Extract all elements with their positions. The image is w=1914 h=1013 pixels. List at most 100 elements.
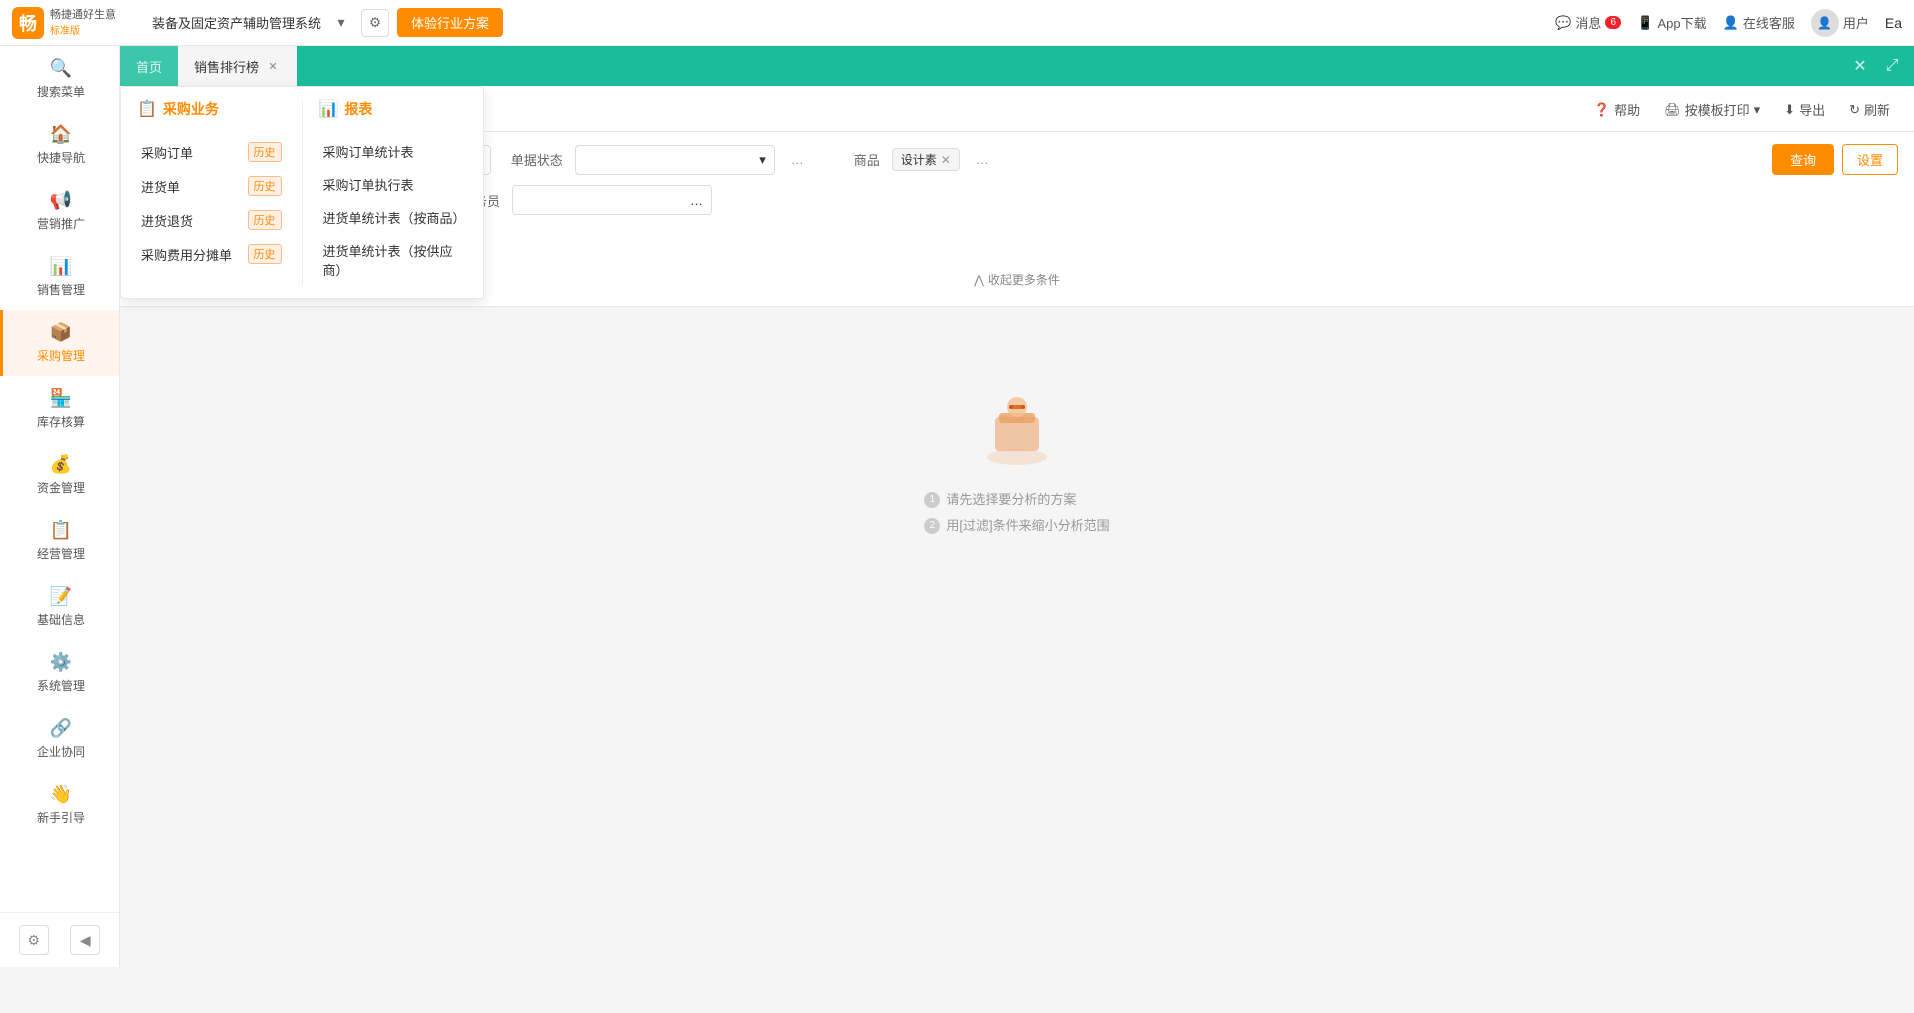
tab-close-btn[interactable]: ✕ xyxy=(265,58,281,74)
purchase-header-icon: 📋 xyxy=(137,99,157,119)
sidebar-item-guide[interactable]: 👋 新手引导 xyxy=(0,772,119,838)
sidebar-item-purchase[interactable]: 📦 采购管理 xyxy=(0,310,119,376)
dropdown-item-order-stat[interactable]: 采购订单统计表 xyxy=(319,135,468,168)
header-center: 装备及固定资产辅助管理系统 ▾ ⚙ 体验行业方案 xyxy=(132,8,1555,37)
industry-btn[interactable]: 体验行业方案 xyxy=(397,8,503,37)
doc-status-dropdown-icon: ▾ xyxy=(759,152,766,168)
sidebar-item-enterprise[interactable]: 🔗 企业协同 xyxy=(0,706,119,772)
filter-more-1: … xyxy=(787,152,808,167)
refresh-label: 刷新 xyxy=(1864,100,1890,119)
empty-hint-1: 1 请先选择要分析的方案 xyxy=(924,487,1109,513)
doc-status-select[interactable]: ▾ xyxy=(575,145,775,175)
hint-num-1: 1 xyxy=(924,492,940,508)
tab-expand-btn[interactable]: ⤢ xyxy=(1878,52,1906,80)
print-icon: 🖨 xyxy=(1664,102,1681,118)
sidebar-label-system: 系统管理 xyxy=(37,677,85,694)
tab-close-all-btn[interactable]: ✕ xyxy=(1846,52,1874,80)
sidebar-item-marketing[interactable]: 📢 营销推广 xyxy=(0,178,119,244)
dropdown-item-receipt-stat-supplier[interactable]: 进货单统计表（按供应商） xyxy=(319,234,468,286)
dropdown-item-label-receipt-stat-goods: 进货单统计表（按商品） xyxy=(323,208,464,227)
tab-sales-rank[interactable]: 销售排行榜 ✕ xyxy=(178,46,297,86)
sidebar-item-base[interactable]: 📝 基础信息 xyxy=(0,574,119,640)
doc-status-label: 单据状态 xyxy=(503,150,563,169)
header-right: 💬 消息 6 📱 App下载 👤 在线客服 👤 用户 Ea xyxy=(1555,9,1902,37)
sales-icon: 📊 xyxy=(50,256,72,277)
empty-state: 1 请先选择要分析的方案 2 用[过滤]条件来缩小分析范围 xyxy=(120,307,1914,619)
export-icon: ⬇ xyxy=(1784,102,1795,118)
dropdown-item-order-exec[interactable]: 采购订单执行表 xyxy=(319,168,468,201)
hist-tag-purchase-return: 历史 xyxy=(248,210,282,230)
app-download-btn[interactable]: 📱 App下载 xyxy=(1637,13,1706,32)
goods-label: 商品 xyxy=(820,150,880,169)
collapse-label: 收起更多条件 xyxy=(988,271,1060,288)
dropdown-report-col: 📊 报表 采购订单统计表 采购订单执行表 进货单统计表（按商品） 进货单统计表（… xyxy=(302,99,484,286)
dropdown-item-purchase-return[interactable]: 进货退货 历史 xyxy=(137,203,286,237)
refresh-btn[interactable]: ↻ 刷新 xyxy=(1841,96,1898,123)
collapse-icon: ⋀ xyxy=(974,273,984,287)
setting-btn[interactable]: 设置 xyxy=(1842,144,1898,175)
print-label: 按模板打印 xyxy=(1685,100,1750,119)
dropdown-item-receipt-stat-goods[interactable]: 进货单统计表（按商品） xyxy=(319,201,468,234)
sidebar-settings-btn[interactable]: ⚙ xyxy=(19,925,49,955)
export-label: 导出 xyxy=(1799,100,1825,119)
hist-tag-purchase-receipt: 历史 xyxy=(248,176,282,196)
report-header-icon: 📊 xyxy=(319,99,339,119)
query-btn[interactable]: 查询 xyxy=(1772,144,1834,175)
ea-label: Ea xyxy=(1885,15,1902,31)
sidebar-item-system[interactable]: ⚙️ 系统管理 xyxy=(0,640,119,706)
sidebar-label-marketing: 营销推广 xyxy=(37,215,85,232)
tab-home-label: 首页 xyxy=(136,57,162,76)
sidebar-item-sales[interactable]: 📊 销售管理 xyxy=(0,244,119,310)
gear-btn[interactable]: ⚙ xyxy=(361,9,389,37)
help-label: 帮助 xyxy=(1614,100,1640,119)
salesperson-select[interactable]: … xyxy=(512,185,712,215)
tab-home[interactable]: 首页 xyxy=(120,46,178,86)
dropdown-item-label-purchase-receipt: 进货单 xyxy=(141,177,180,196)
export-btn[interactable]: ⬇ 导出 xyxy=(1776,96,1833,123)
sidebar-label-enterprise: 企业协同 xyxy=(37,743,85,760)
top-header: 畅 畅捷通好生意 标准版 装备及固定资产辅助管理系统 ▾ ⚙ 体验行业方案 💬 … xyxy=(0,0,1914,46)
app-download-label: App下载 xyxy=(1658,13,1707,32)
sidebar-item-finance[interactable]: 💰 资金管理 xyxy=(0,442,119,508)
dropdown-purchase-col: 📋 采购业务 采购订单 历史 进货单 历史 进货退货 历史 xyxy=(121,99,302,286)
print-btn[interactable]: 🖨 按模板打印 ▾ xyxy=(1656,96,1768,123)
sidebar-item-operation[interactable]: 📋 经营管理 xyxy=(0,508,119,574)
help-btn[interactable]: ❓ 帮助 xyxy=(1586,96,1648,123)
dropdown-item-label-order-stat: 采购订单统计表 xyxy=(323,142,414,161)
main-content: 首页 销售排行榜 ✕ ✕ ⤢ 📋 采购业务 采购订单 xyxy=(120,46,1914,967)
app-name: 畅捷通好生意 xyxy=(50,8,116,22)
salesperson-dropdown-icon: … xyxy=(690,193,703,208)
dropdown-item-purchase-cost[interactable]: 采购费用分摊单 历史 xyxy=(137,237,286,271)
system-title: 装备及固定资产辅助管理系统 xyxy=(152,13,321,32)
dropdown-item-label-purchase-cost: 采购费用分摊单 xyxy=(141,245,232,264)
online-service-btn[interactable]: 👤 在线客服 xyxy=(1723,13,1795,32)
goods-tag: 设计素 ✕ xyxy=(892,148,960,171)
goods-tag-close[interactable]: ✕ xyxy=(941,153,951,167)
online-service-label: 在线客服 xyxy=(1743,13,1795,32)
dropdown-item-purchase-order[interactable]: 采购订单 历史 xyxy=(137,135,286,169)
dropdown-item-label-order-exec: 采购订单执行表 xyxy=(323,175,414,194)
hist-tag-purchase-order: 历史 xyxy=(248,142,282,162)
sidebar-item-quicknav[interactable]: 🏠 快捷导航 xyxy=(0,112,119,178)
user-btn[interactable]: 👤 用户 xyxy=(1811,9,1869,37)
sidebar-collapse-btn[interactable]: ◀ xyxy=(70,925,100,955)
dropdown-menu: 📋 采购业务 采购订单 历史 进货单 历史 进货退货 历史 xyxy=(120,86,484,299)
inventory-icon: 🏪 xyxy=(50,388,72,409)
dropdown-item-purchase-receipt[interactable]: 进货单 历史 xyxy=(137,169,286,203)
sidebar-item-search[interactable]: 🔍 搜索菜单 xyxy=(0,46,119,112)
print-dropdown-icon: ▾ xyxy=(1754,102,1761,118)
message-icon: 💬 xyxy=(1555,15,1571,31)
message-btn[interactable]: 💬 消息 6 xyxy=(1555,13,1621,32)
tab-bar-right: ✕ ⤢ xyxy=(1846,52,1914,80)
user-label: 用户 xyxy=(1843,13,1869,32)
hint-text-1: 请先选择要分析的方案 xyxy=(946,487,1076,513)
filter-more-goods: … xyxy=(972,152,993,167)
system-dropdown-btn[interactable]: ▾ xyxy=(329,11,353,35)
purchase-icon: 📦 xyxy=(50,322,72,343)
finance-icon: 💰 xyxy=(50,454,72,475)
empty-hint-2: 2 用[过滤]条件来缩小分析范围 xyxy=(924,513,1109,539)
hint-text-2: 用[过滤]条件来缩小分析范围 xyxy=(946,513,1109,539)
marketing-icon: 📢 xyxy=(50,190,72,211)
sidebar-label-operation: 经营管理 xyxy=(37,545,85,562)
sidebar-item-inventory[interactable]: 🏪 库存核算 xyxy=(0,376,119,442)
